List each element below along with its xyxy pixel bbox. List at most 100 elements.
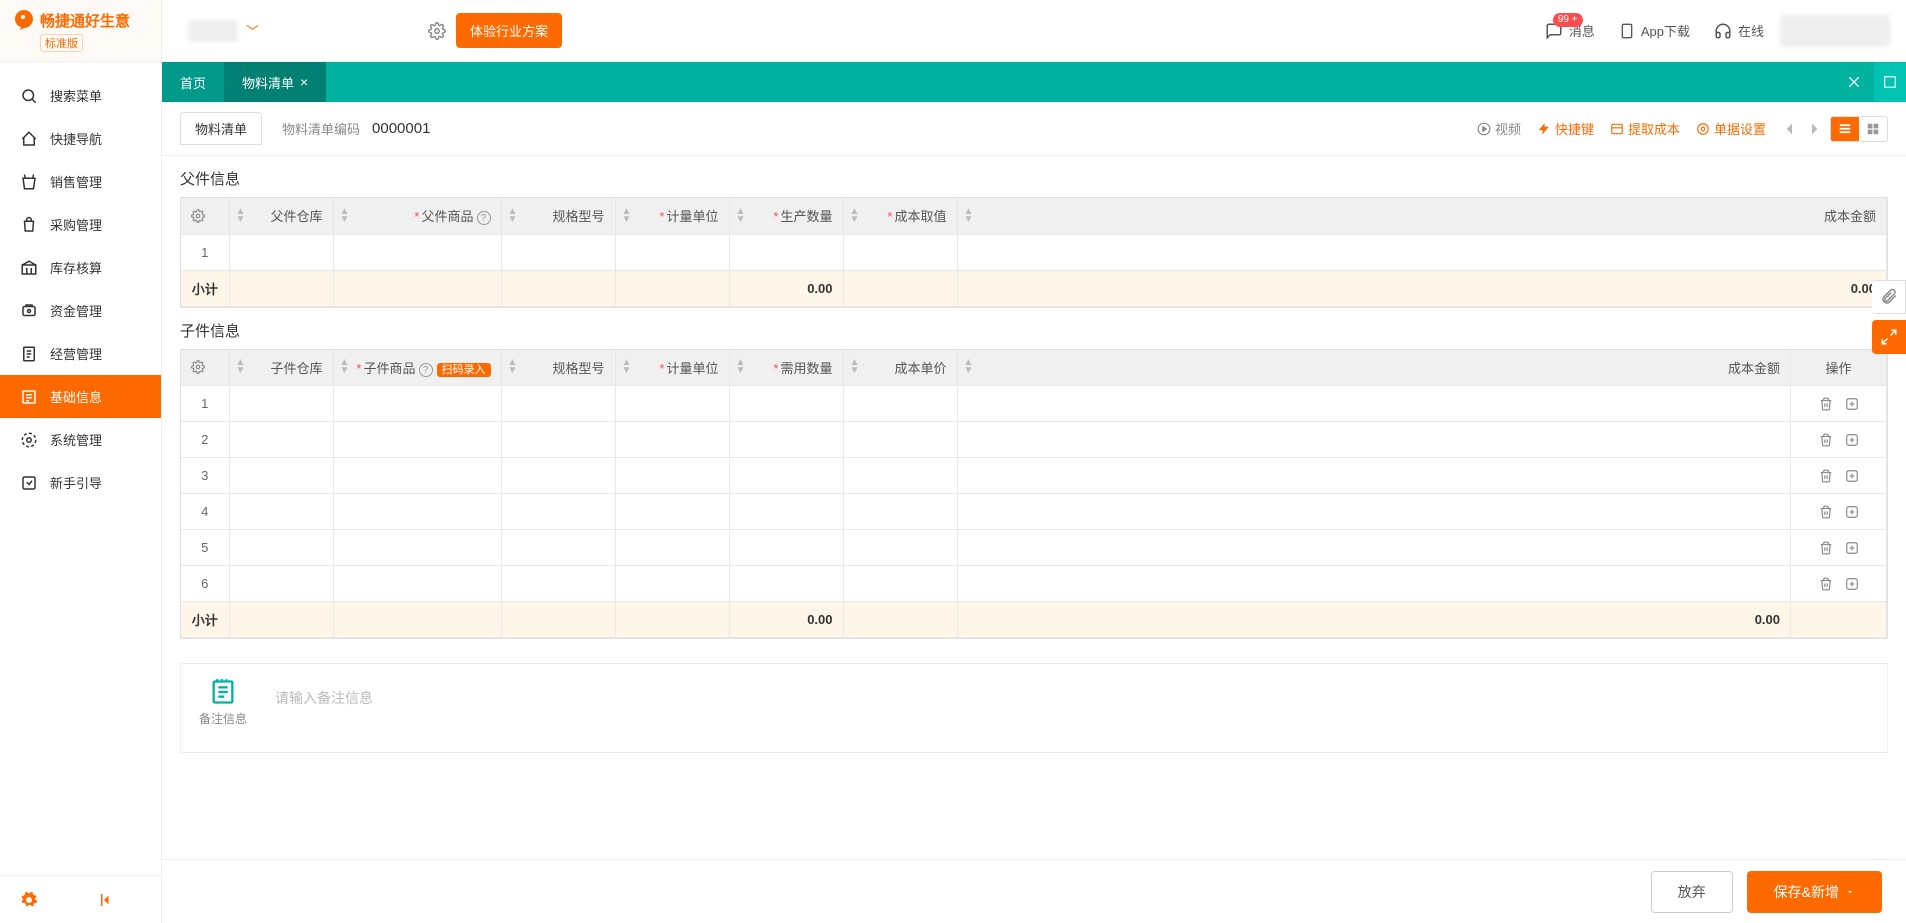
parent-header-5[interactable]: ▲▼*成本取值 [843,198,957,234]
help-icon[interactable]: ? [419,363,433,377]
sidebar-item-5[interactable]: 资金管理 [0,289,161,332]
child-cell[interactable] [843,530,957,566]
child-row[interactable]: 2 [181,422,1887,458]
child-header-2[interactable]: ▲▼规格型号 [501,350,615,386]
child-cell[interactable] [229,422,333,458]
parent-header-4[interactable]: ▲▼*生产数量 [729,198,843,234]
messages-button[interactable]: 99 + 消息 [1545,21,1595,40]
child-cell[interactable] [229,530,333,566]
child-cell[interactable] [843,566,957,602]
sidebar-item-3[interactable]: 采购管理 [0,203,161,246]
child-cell[interactable] [957,422,1791,458]
gear-header[interactable] [181,198,229,234]
help-icon[interactable]: ? [477,211,491,225]
extract-link[interactable]: 提取成本 [1610,119,1680,138]
remarks-input[interactable] [271,678,1869,738]
child-row[interactable]: 6 [181,566,1887,602]
sidebar-item-8[interactable]: 系统管理 [0,418,161,461]
child-cell[interactable] [957,494,1791,530]
parent-cell[interactable] [843,234,957,270]
doc-settings-link[interactable]: 单据设置 [1696,119,1766,138]
parent-header-6[interactable]: ▲▼成本金额 [957,198,1887,234]
prev-icon[interactable] [1782,121,1798,137]
child-cell[interactable] [333,422,501,458]
child-header-0[interactable]: ▲▼子件仓库 [229,350,333,386]
child-cell[interactable] [957,566,1791,602]
delete-row-icon[interactable] [1819,577,1833,591]
child-cell[interactable] [729,530,843,566]
add-row-icon[interactable] [1845,541,1859,555]
user-avatar-blur[interactable] [1780,15,1890,47]
sidebar-item-1[interactable]: 快捷导航 [0,117,161,160]
parent-header-0[interactable]: ▲▼父件仓库 [229,198,333,234]
child-cell[interactable] [501,566,615,602]
parent-header-3[interactable]: ▲▼*计量单位 [615,198,729,234]
collapse-icon[interactable] [98,891,116,909]
child-cell[interactable] [333,494,501,530]
child-row[interactable]: 3 [181,458,1887,494]
child-cell[interactable] [843,422,957,458]
child-cell[interactable] [729,386,843,422]
discard-button[interactable]: 放弃 [1651,871,1733,913]
sidebar-item-9[interactable]: 新手引导 [0,461,161,504]
sidebar-item-6[interactable]: 经营管理 [0,332,161,375]
child-cell[interactable] [615,530,729,566]
support-button[interactable]: 在线 [1714,21,1764,40]
child-cell[interactable] [729,422,843,458]
sidebar-item-2[interactable]: 销售管理 [0,160,161,203]
child-cell[interactable] [229,458,333,494]
sidebar-item-4[interactable]: 库存核算 [0,246,161,289]
settings-icon[interactable] [20,891,38,909]
child-cell[interactable] [229,386,333,422]
parent-cell[interactable] [729,234,843,270]
child-cell[interactable] [333,530,501,566]
child-cell[interactable] [843,494,957,530]
child-cell[interactable] [615,458,729,494]
child-cell[interactable] [957,386,1791,422]
child-cell[interactable] [729,458,843,494]
child-cell[interactable] [957,530,1791,566]
add-row-icon[interactable] [1845,433,1859,447]
download-button[interactable]: App下载 [1619,21,1690,40]
parent-cell[interactable] [615,234,729,270]
child-cell[interactable] [501,422,615,458]
child-cell[interactable] [501,530,615,566]
tab-home[interactable]: 首页 [162,62,224,102]
child-cell[interactable] [501,494,615,530]
child-cell[interactable] [729,566,843,602]
fullscreen-icon[interactable] [1872,320,1906,354]
parent-cell[interactable] [501,234,615,270]
child-cell[interactable] [615,386,729,422]
child-row[interactable]: 4 [181,494,1887,530]
sidebar-item-7[interactable]: 基础信息 [0,375,161,418]
child-row[interactable]: 5 [181,530,1887,566]
hotkey-link[interactable]: 快捷键 [1537,119,1594,138]
child-cell[interactable] [615,422,729,458]
tab-close-icon[interactable]: × [300,74,308,90]
add-row-icon[interactable] [1845,577,1859,591]
child-cell[interactable] [501,458,615,494]
child-cell[interactable] [843,458,957,494]
save-button[interactable]: 保存&新增 [1747,871,1882,913]
child-cell[interactable] [229,494,333,530]
gear-header[interactable] [181,350,229,386]
video-link[interactable]: 视频 [1477,119,1521,138]
child-header-5[interactable]: ▲▼成本单价 [843,350,957,386]
child-row[interactable]: 1 [181,386,1887,422]
child-cell[interactable] [333,386,501,422]
delete-row-icon[interactable] [1819,397,1833,411]
child-cell[interactable] [615,566,729,602]
child-cell[interactable] [729,494,843,530]
delete-row-icon[interactable] [1819,541,1833,555]
add-row-icon[interactable] [1845,505,1859,519]
child-cell[interactable] [843,386,957,422]
tab-current[interactable]: 物料清单 × [224,62,326,102]
parent-row[interactable]: 1 [181,234,1887,270]
org-settings-icon[interactable] [428,22,446,40]
tabs-close-all[interactable] [1834,62,1874,102]
delete-row-icon[interactable] [1819,469,1833,483]
attachment-icon[interactable] [1872,280,1906,314]
sidebar-item-0[interactable]: 搜索菜单 [0,74,161,117]
child-cell[interactable] [333,458,501,494]
child-header-4[interactable]: ▲▼*需用数量 [729,350,843,386]
